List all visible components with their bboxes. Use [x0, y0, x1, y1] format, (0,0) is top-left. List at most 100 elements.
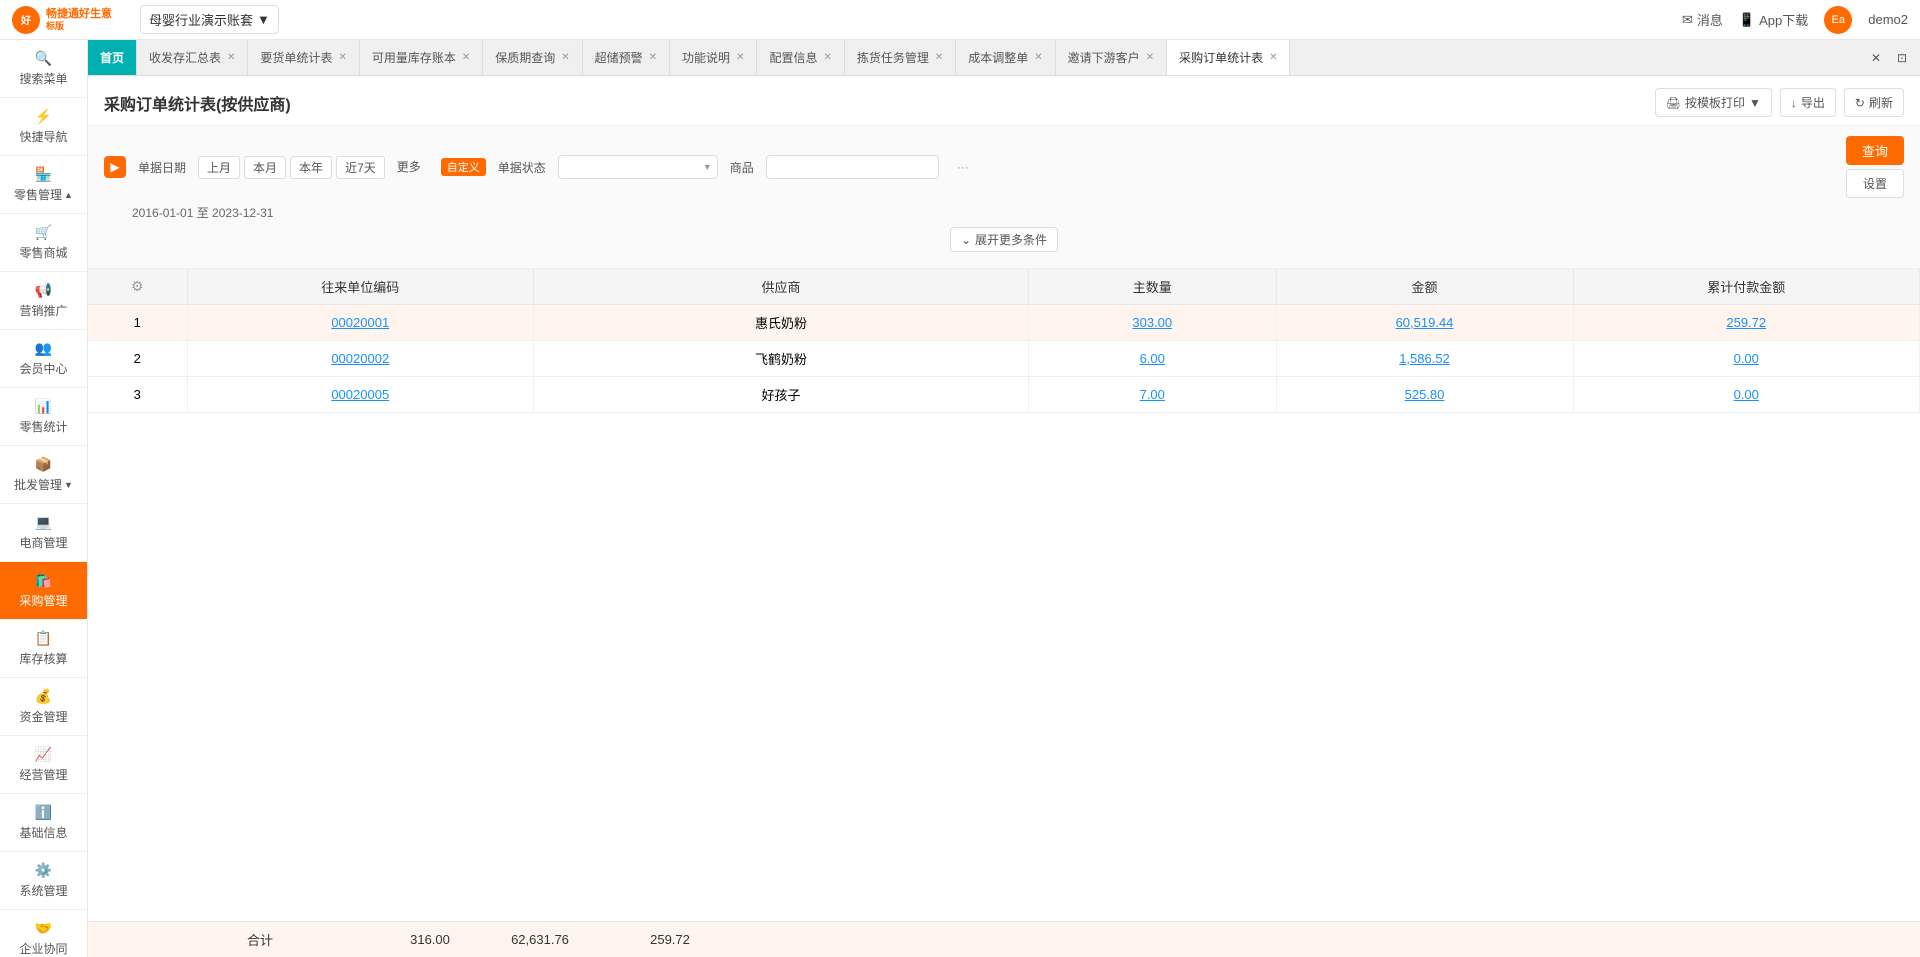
sidebar-item-wholesale[interactable]: 📦 批发管理 ▼ [0, 446, 87, 504]
stats-icon: 📊 [35, 398, 52, 415]
query-button[interactable]: 查询 [1846, 136, 1904, 165]
code-link-2[interactable]: 00020002 [331, 351, 389, 366]
sidebar-item-fund[interactable]: 💰 资金管理 [0, 678, 87, 736]
date-more-btn[interactable]: 更多 [389, 156, 429, 179]
paid-link-2[interactable]: 0.00 [1734, 351, 1759, 366]
sidebar-item-purchase[interactable]: 🛍️ 采购管理 [0, 562, 87, 620]
tab-close-receive-summary[interactable]: ✕ [227, 52, 235, 63]
expand-more-button[interactable]: ⌄ 展开更多条件 [950, 227, 1058, 252]
tab-purchase-order-summary[interactable]: 采购订单统计表 ✕ [1167, 40, 1290, 75]
sidebar-item-retail-shop[interactable]: 🛒 零售商城 [0, 214, 87, 272]
amount-link-3[interactable]: 525.80 [1405, 387, 1445, 402]
sidebar-item-retail-stats[interactable]: 📊 零售统计 [0, 388, 87, 446]
tab-usable-stock[interactable]: 可用量库存账本 ✕ [360, 40, 483, 75]
paid-link-3[interactable]: 0.00 [1734, 387, 1759, 402]
filter-expand-button[interactable]: ▶ [104, 156, 126, 178]
cell-amount-3[interactable]: 525.80 [1276, 377, 1573, 413]
page-header-actions: 🖨 按模板打印 ▼ ↓ 导出 ↻ 刷新 [1655, 88, 1904, 117]
tab-close-pick-task[interactable]: ✕ [935, 52, 943, 63]
cell-paid-3[interactable]: 0.00 [1573, 377, 1920, 413]
date-btn-this-month[interactable]: 本月 [244, 156, 286, 179]
code-link-3[interactable]: 00020005 [331, 387, 389, 402]
app-download-btn[interactable]: 📱 App下载 [1739, 10, 1808, 29]
code-link-1[interactable]: 00020001 [331, 315, 389, 330]
sidebar-item-ops[interactable]: 📈 经营管理 [0, 736, 87, 794]
qty-link-1[interactable]: 303.00 [1132, 315, 1172, 330]
paid-link-1[interactable]: 259.72 [1726, 315, 1766, 330]
goods-input[interactable] [766, 155, 939, 179]
page-header: 采购订单统计表(按供应商) 🖨 按模板打印 ▼ ↓ 导出 ↻ 刷新 [88, 76, 1920, 126]
tab-close-cost-adjust[interactable]: ✕ [1034, 52, 1042, 63]
print-button[interactable]: 🖨 按模板打印 ▼ [1655, 88, 1772, 117]
tab-order-summary[interactable]: 要货单统计表 ✕ [248, 40, 359, 75]
page-title: 采购订单统计表(按供应商) [104, 91, 291, 115]
marketing-icon: 📢 [35, 282, 52, 299]
tab-expiry-query[interactable]: 保质期查询 ✕ [483, 40, 582, 75]
tab-invite-downstream[interactable]: 邀请下游客户 ✕ [1056, 40, 1167, 75]
tab-cost-adjust[interactable]: 成本调整单 ✕ [956, 40, 1055, 75]
sidebar-item-quick-nav[interactable]: ⚡ 快捷导航 [0, 98, 87, 156]
sidebar-item-system[interactable]: ⚙️ 系统管理 [0, 852, 87, 910]
sidebar-item-ecommerce[interactable]: 💻 电商管理 [0, 504, 87, 562]
tab-close-overstock-warning[interactable]: ✕ [649, 52, 657, 63]
tab-close-expiry-query[interactable]: ✕ [561, 52, 569, 63]
search-icon: 🔍 [35, 50, 52, 67]
cell-code-2[interactable]: 00020002 [187, 341, 534, 377]
date-btn-7days[interactable]: 近7天 [336, 156, 385, 179]
download-icon: 📱 [1739, 12, 1755, 28]
amount-link-1[interactable]: 60,519.44 [1396, 315, 1454, 330]
sidebar-item-member[interactable]: 👥 会员中心 [0, 330, 87, 388]
tab-close-purchase-order-summary[interactable]: ✕ [1269, 52, 1277, 63]
cell-qty-2[interactable]: 6.00 [1029, 341, 1277, 377]
status-select[interactable] [558, 155, 718, 179]
tab-close-order-summary[interactable]: ✕ [338, 52, 346, 63]
qty-link-3[interactable]: 7.00 [1140, 387, 1165, 402]
member-icon: 👥 [35, 340, 52, 357]
cell-qty-3[interactable]: 7.00 [1029, 377, 1277, 413]
workspace-selector[interactable]: 母婴行业演示账套 ▼ [140, 5, 279, 34]
message-btn[interactable]: ✉ 消息 [1682, 10, 1723, 29]
purchase-icon: 🛍️ [35, 572, 52, 589]
refresh-button[interactable]: ↻ 刷新 [1844, 88, 1904, 117]
column-settings-icon[interactable]: ⚙ [131, 278, 144, 294]
tab-overstock-warning[interactable]: 超储预警 ✕ [583, 40, 670, 75]
cell-qty-1[interactable]: 303.00 [1029, 305, 1277, 341]
export-button[interactable]: ↓ 导出 [1780, 88, 1836, 117]
user-avatar[interactable]: Ea [1824, 6, 1852, 34]
cell-amount-2[interactable]: 1,586.52 [1276, 341, 1573, 377]
cell-code-3[interactable]: 00020005 [187, 377, 534, 413]
tab-close-all-btn[interactable]: ✕ [1866, 48, 1886, 68]
settings-button[interactable]: 设置 [1846, 169, 1904, 198]
sidebar-item-stock-check[interactable]: 📋 库存核算 [0, 620, 87, 678]
cell-index-2: 2 [88, 341, 187, 377]
sidebar-item-retail-mgmt[interactable]: 🏪 零售管理 ▲ [0, 156, 87, 214]
tab-config-info[interactable]: 配置信息 ✕ [757, 40, 844, 75]
goods-more-btn[interactable]: ··· [951, 156, 975, 178]
col-header-settings[interactable]: ⚙ [88, 269, 187, 305]
date-btn-last-month[interactable]: 上月 [198, 156, 240, 179]
tab-close-usable-stock[interactable]: ✕ [462, 52, 470, 63]
stock-icon: 📋 [35, 630, 52, 647]
tab-close-invite-downstream[interactable]: ✕ [1146, 52, 1154, 63]
cell-paid-2[interactable]: 0.00 [1573, 341, 1920, 377]
date-btn-this-year[interactable]: 本年 [290, 156, 332, 179]
cell-amount-1[interactable]: 60,519.44 [1276, 305, 1573, 341]
tab-fullscreen-btn[interactable]: ⊡ [1892, 48, 1912, 68]
tab-function-desc[interactable]: 功能说明 ✕ [670, 40, 757, 75]
sidebar-item-enterprise-collab[interactable]: 🤝 企业协同 [0, 910, 87, 957]
sidebar-item-search[interactable]: 🔍 搜索菜单 [0, 40, 87, 98]
qty-link-2[interactable]: 6.00 [1140, 351, 1165, 366]
tab-pick-task[interactable]: 拣货任务管理 ✕ [845, 40, 956, 75]
cell-code-1[interactable]: 00020001 [187, 305, 534, 341]
tab-home[interactable]: 首页 [88, 40, 137, 75]
cell-paid-1[interactable]: 259.72 [1573, 305, 1920, 341]
amount-link-2[interactable]: 1,586.52 [1399, 351, 1450, 366]
user-name[interactable]: demo2 [1868, 12, 1908, 27]
tab-receive-summary[interactable]: 收发存汇总表 ✕ [137, 40, 248, 75]
sidebar-item-marketing[interactable]: 📢 营销推广 [0, 272, 87, 330]
chevron-down-small-icon: ⌄ [961, 233, 971, 247]
sidebar-item-basic-info[interactable]: ℹ️ 基础信息 [0, 794, 87, 852]
tab-close-config-info[interactable]: ✕ [823, 52, 831, 63]
tab-close-function-desc[interactable]: ✕ [736, 52, 744, 63]
print-dropdown-icon: ▼ [1749, 96, 1761, 110]
